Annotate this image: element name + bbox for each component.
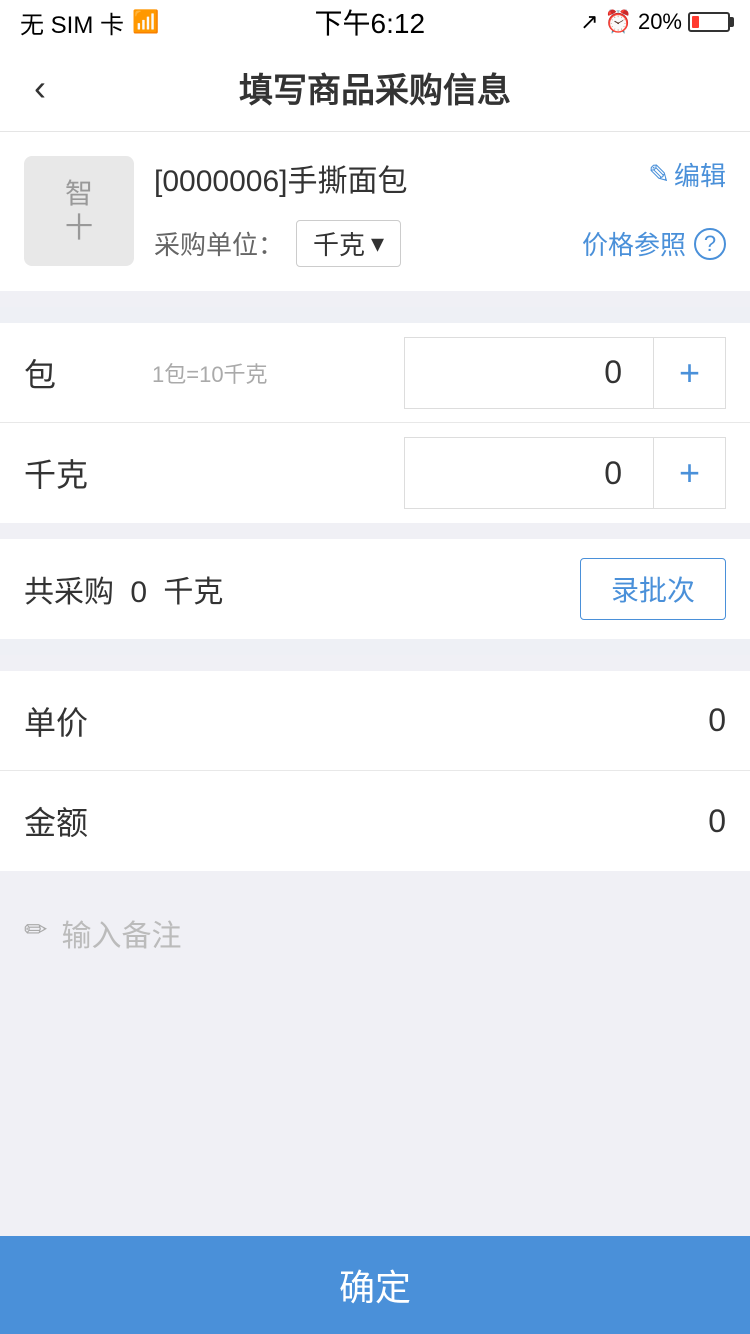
bag-plus-button[interactable]: + [654, 337, 726, 409]
product-top-row: [0000006]手撕面包 ✎ 编辑 [154, 156, 726, 200]
purchase-unit-label: 采购单位： [154, 225, 284, 262]
status-time: 下午6:12 [315, 2, 426, 42]
info-icon: ? [694, 228, 726, 260]
kg-label: 千克 [24, 450, 144, 496]
product-card: 智 十 [0000006]手撕面包 ✎ 编辑 采购单位： 千克 ▾ 价格参照 ? [0, 132, 750, 291]
status-left: 无 SIM 卡 📶 [20, 5, 159, 40]
summary-quantity: 0 [130, 576, 147, 609]
confirm-button[interactable]: 确定 [0, 1236, 750, 1334]
price-section: 单价 0 金额 0 [0, 671, 750, 871]
section-divider-2 [0, 639, 750, 655]
kg-input-right: + [404, 437, 726, 509]
bag-sublabel: 1包=10千克 [152, 357, 268, 389]
summary-prefix: 共采购 [24, 576, 114, 609]
product-thumbnail: 智 十 [24, 156, 134, 266]
input-section: 包 1包=10千克 + 千克 + [0, 323, 750, 523]
unit-value: 千克 [313, 225, 365, 262]
edit-label: 编辑 [674, 156, 726, 193]
chevron-down-icon: ▾ [371, 228, 384, 259]
status-right: ↗ ⏰ 20% [580, 9, 730, 35]
nav-bar: ‹ 填写商品采购信息 [0, 44, 750, 132]
unit-price-label: 单价 [24, 698, 88, 744]
remark-placeholder: 输入备注 [61, 911, 181, 955]
section-divider-1 [0, 307, 750, 323]
battery-percent: 20% [638, 9, 682, 35]
remark-section[interactable]: ✏ 输入备注 [0, 887, 750, 979]
unit-price-row: 单价 0 [0, 671, 750, 771]
summary-unit: 千克 [163, 576, 223, 609]
amount-label: 金额 [24, 798, 88, 844]
summary-row: 共采购 0 千克 录批次 [0, 539, 750, 639]
pencil-icon: ✏ [24, 913, 47, 946]
logo-line2: 十 [65, 211, 93, 245]
product-name: [0000006]手撕面包 [154, 156, 407, 200]
unit-select-dropdown[interactable]: 千克 ▾ [296, 220, 401, 267]
page-title: 填写商品采购信息 [239, 63, 511, 112]
battery-icon [688, 12, 730, 32]
product-logo: 智 十 [65, 177, 93, 244]
bag-input-row: 包 1包=10千克 + [0, 323, 750, 423]
wifi-icon: 📶 [132, 9, 159, 35]
bag-input-right: + [404, 337, 726, 409]
logo-line1: 智 [65, 177, 93, 211]
kg-plus-button[interactable]: + [654, 437, 726, 509]
alarm-icon: ⏰ [605, 9, 632, 35]
unit-price-value: 0 [708, 702, 726, 739]
bag-quantity-input[interactable] [404, 337, 654, 409]
bag-label: 包 [24, 350, 144, 396]
price-reference-button[interactable]: 价格参照 ? [582, 225, 726, 262]
status-bar: 无 SIM 卡 📶 下午6:12 ↗ ⏰ 20% [0, 0, 750, 44]
kg-input-row: 千克 + [0, 423, 750, 523]
edit-button[interactable]: ✎ 编辑 [648, 156, 726, 193]
no-sim-label: 无 SIM 卡 [20, 5, 124, 40]
battery-fill [692, 16, 699, 28]
summary-text: 共采购 0 千克 [24, 567, 223, 611]
back-button[interactable]: ‹ [24, 57, 56, 119]
product-bottom-row: 采购单位： 千克 ▾ 价格参照 ? [154, 220, 726, 267]
kg-quantity-input[interactable] [404, 437, 654, 509]
product-info: [0000006]手撕面包 ✎ 编辑 采购单位： 千克 ▾ 价格参照 ? [154, 156, 726, 267]
batch-button[interactable]: 录批次 [580, 558, 726, 620]
price-ref-label: 价格参照 [582, 225, 686, 262]
content-spacer [0, 979, 750, 1279]
edit-icon: ✎ [648, 159, 670, 190]
amount-value: 0 [708, 803, 726, 840]
amount-row: 金额 0 [0, 771, 750, 871]
purchase-unit: 采购单位： 千克 ▾ [154, 220, 401, 267]
gps-icon: ↗ [580, 9, 598, 35]
